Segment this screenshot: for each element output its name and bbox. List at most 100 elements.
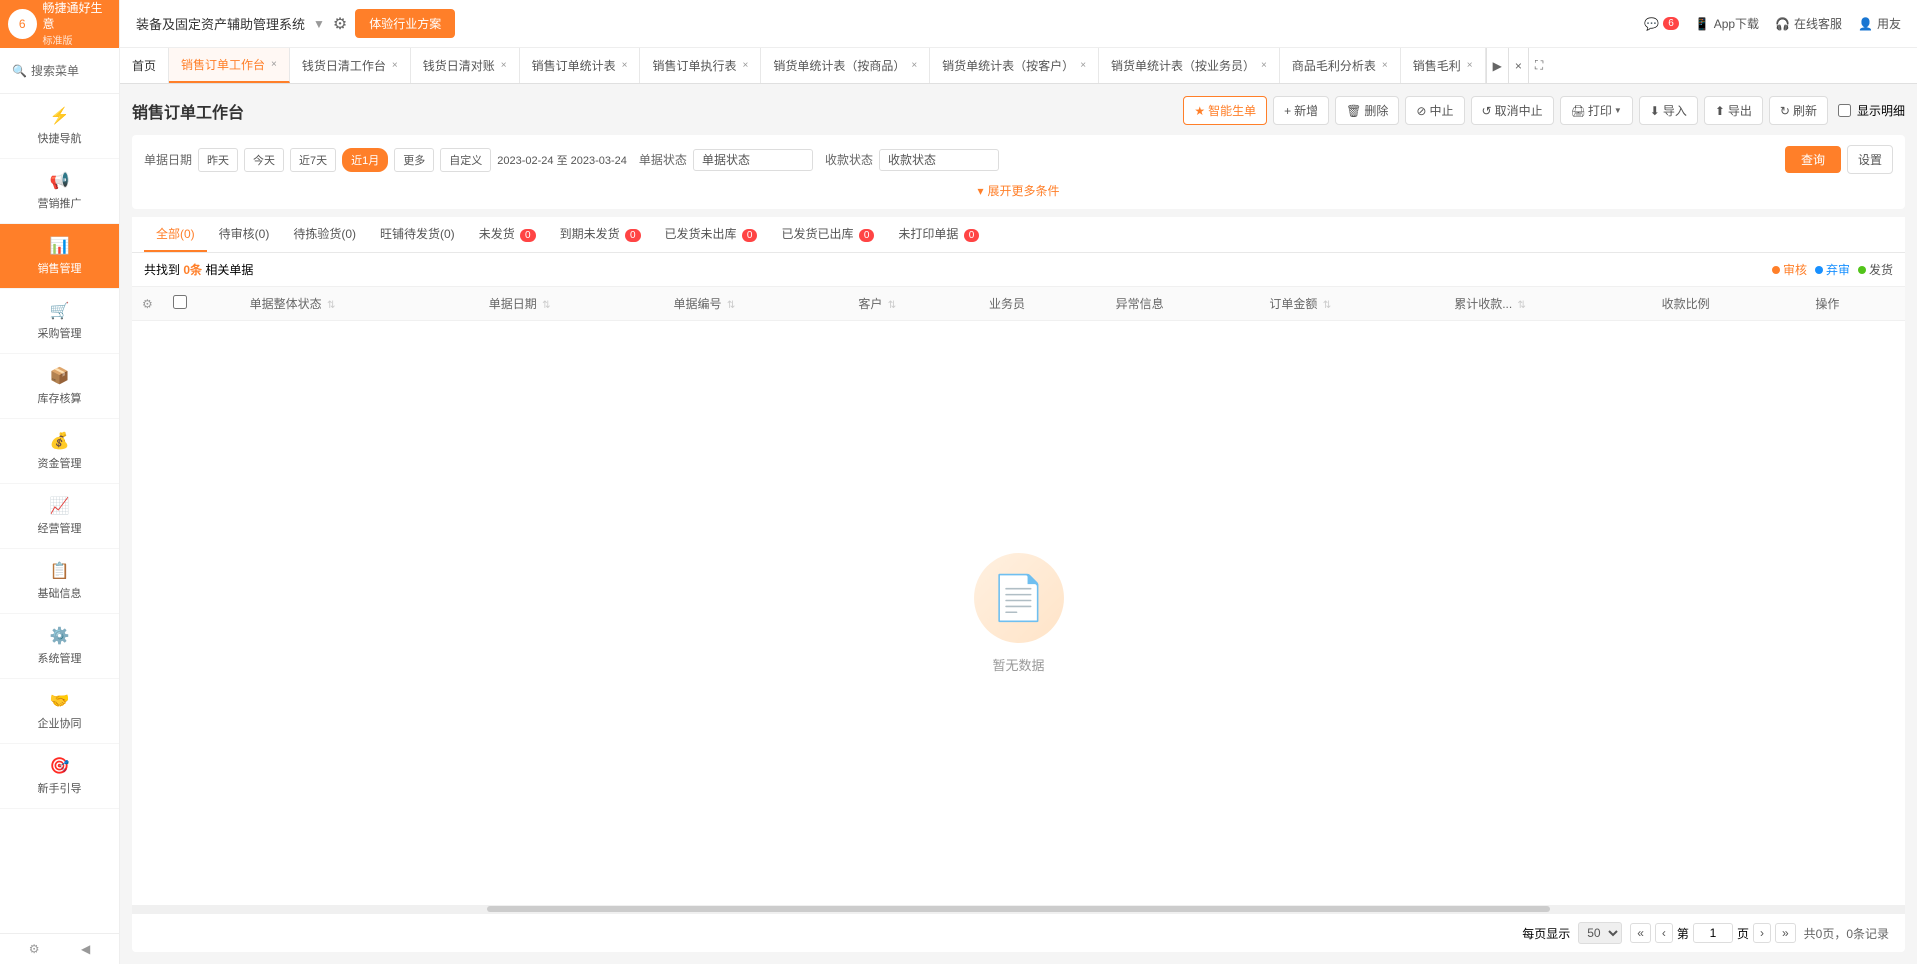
unreviewed-btn[interactable]: 弃审: [1815, 261, 1850, 278]
sub-tab-all[interactable]: 全部(0): [144, 217, 207, 252]
column-checkbox[interactable]: [163, 287, 240, 321]
import-btn[interactable]: ⬇ 导入: [1639, 96, 1698, 125]
date-today-btn[interactable]: 今天: [244, 148, 284, 172]
tab-sales-order[interactable]: 销售订单工作台 ×: [169, 48, 290, 83]
sub-tab-not-shipped[interactable]: 未发货 0: [467, 217, 548, 252]
sub-tab-pending[interactable]: 待审核(0): [207, 217, 282, 252]
sidebar-item-enterprise[interactable]: 🤝 企业协同: [0, 679, 119, 744]
date-1month-btn[interactable]: 近1月: [342, 148, 388, 172]
tab-nav-expand[interactable]: ⛶: [1528, 48, 1549, 83]
tab-margin-analysis[interactable]: 商品毛利分析表 ×: [1280, 48, 1401, 83]
sidebar-item-finance[interactable]: 💰 资金管理: [0, 419, 119, 484]
column-salesperson[interactable]: 业务员: [979, 287, 1106, 321]
topbar-settings-icon[interactable]: ⚙: [333, 14, 347, 34]
print-btn[interactable]: 🖨 打印 ▼: [1560, 96, 1633, 125]
column-status[interactable]: 单据整体状态 ⇅: [240, 287, 479, 321]
first-page-btn[interactable]: «: [1630, 923, 1651, 943]
close-icon[interactable]: ×: [911, 60, 917, 71]
per-page-select[interactable]: 50: [1578, 922, 1622, 944]
topbar-dropdown-icon[interactable]: ▼: [313, 17, 325, 31]
review-btn[interactable]: 审核: [1772, 261, 1807, 278]
sidebar-search[interactable]: 🔍 搜索菜单: [0, 48, 119, 94]
settings-icon[interactable]: ⚙: [29, 942, 40, 956]
column-collected[interactable]: 累计收款... ⇅: [1444, 287, 1651, 321]
close-icon[interactable]: ×: [1382, 60, 1388, 71]
date-7days-btn[interactable]: 近7天: [290, 148, 336, 172]
delete-btn[interactable]: 🗑 删除: [1335, 96, 1399, 125]
message-btn[interactable]: 💬 6: [1644, 17, 1679, 31]
close-icon[interactable]: ×: [392, 60, 398, 71]
query-btn[interactable]: 查询: [1785, 146, 1841, 173]
tab-nav-close[interactable]: ×: [1508, 48, 1528, 83]
tab-home[interactable]: 首页: [120, 48, 169, 83]
sidebar-item-sales[interactable]: 📊 销售管理: [0, 224, 119, 289]
search-menu-button[interactable]: 🔍 搜索菜单: [8, 58, 111, 83]
tab-sales-stat-staff[interactable]: 销货单统计表（按业务员） ×: [1099, 48, 1280, 83]
close-icon[interactable]: ×: [1080, 60, 1086, 71]
scrollbar-thumb[interactable]: [487, 906, 1551, 912]
sidebar-item-operations[interactable]: 📈 经营管理: [0, 484, 119, 549]
tab-nav-more[interactable]: ▶: [1486, 48, 1508, 83]
new-btn[interactable]: + 新增: [1273, 96, 1329, 125]
sidebar-item-guide[interactable]: 🎯 新手引导: [0, 744, 119, 809]
export-btn[interactable]: ⬆ 导出: [1704, 96, 1763, 125]
close-icon[interactable]: ×: [622, 60, 628, 71]
select-all-checkbox[interactable]: [173, 295, 187, 309]
sub-tab-shipped-not-out[interactable]: 已发货未出库 0: [653, 217, 770, 252]
user-btn[interactable]: 👤 用友: [1858, 15, 1901, 32]
sub-tab-overdue[interactable]: 到期未发货 0: [548, 217, 653, 252]
date-more-btn[interactable]: 更多: [394, 148, 434, 172]
status-select[interactable]: 单据状态: [693, 149, 813, 171]
column-exception[interactable]: 异常信息: [1106, 287, 1260, 321]
cancel-stop-btn[interactable]: ↺ 取消中止: [1471, 96, 1554, 125]
column-date[interactable]: 单据日期 ⇅: [479, 287, 664, 321]
sub-tab-not-printed[interactable]: 未打印单据 0: [886, 217, 991, 252]
collapse-icon[interactable]: ◀: [81, 942, 90, 956]
date-custom-btn[interactable]: 自定义: [440, 148, 491, 172]
close-icon[interactable]: ×: [501, 60, 507, 71]
refresh-btn[interactable]: ↻ 刷新: [1769, 96, 1828, 125]
column-gear[interactable]: ⚙: [132, 287, 163, 321]
sidebar-item-purchase[interactable]: 🛒 采购管理: [0, 289, 119, 354]
smart-create-btn[interactable]: ★ 智能生单: [1183, 96, 1267, 125]
sidebar-item-marketing[interactable]: 📢 营销推广: [0, 159, 119, 224]
date-yesterday-btn[interactable]: 昨天: [198, 148, 238, 172]
expand-filter-btn[interactable]: ▾ 展开更多条件: [977, 182, 1059, 199]
next-page-btn[interactable]: ›: [1753, 923, 1771, 943]
sidebar-item-quick[interactable]: ⚡ 快捷导航: [0, 94, 119, 159]
sidebar: 6 畅捷通好生意 标准版 🔍 搜索菜单 ⚡ 快捷导航 📢 营销推广 📊 销售管理…: [0, 0, 120, 964]
ship-action-btn[interactable]: 发货: [1858, 261, 1893, 278]
tab-sales-stat-cust[interactable]: 销货单统计表（按客户） ×: [930, 48, 1099, 83]
page-input[interactable]: [1693, 923, 1733, 943]
sub-tab-shipped-out[interactable]: 已发货已出库 0: [769, 217, 886, 252]
sub-tab-wangpu[interactable]: 旺铺待发货(0): [368, 217, 467, 252]
industry-btn[interactable]: 体验行业方案: [355, 9, 455, 38]
app-download-btn[interactable]: 📱 App下载: [1695, 15, 1759, 32]
tab-cash-daily[interactable]: 钱货日清工作台 ×: [290, 48, 411, 83]
online-service-btn[interactable]: 🎧 在线客服: [1775, 15, 1842, 32]
column-number[interactable]: 单据编号 ⇅: [664, 287, 849, 321]
column-ratio[interactable]: 收款比例: [1652, 287, 1806, 321]
sidebar-item-system[interactable]: ⚙️ 系统管理: [0, 614, 119, 679]
close-icon[interactable]: ×: [1261, 60, 1267, 71]
tab-sales-stat-prod[interactable]: 销货单统计表（按商品） ×: [761, 48, 930, 83]
show-detail-checkbox[interactable]: [1838, 104, 1851, 117]
stop-btn[interactable]: ⊘ 中止: [1405, 96, 1464, 125]
tab-sales-gross[interactable]: 销售毛利 ×: [1401, 48, 1486, 83]
column-customer[interactable]: 客户 ⇅: [848, 287, 979, 321]
sub-tab-pending-inspect[interactable]: 待拣验货(0): [281, 217, 368, 252]
sidebar-item-inventory[interactable]: 📦 库存核算: [0, 354, 119, 419]
tab-cash-reconcile[interactable]: 钱货日清对账 ×: [411, 48, 520, 83]
tab-sales-exec[interactable]: 销售订单执行表 ×: [640, 48, 761, 83]
close-icon[interactable]: ×: [742, 60, 748, 71]
close-icon[interactable]: ×: [1467, 60, 1473, 71]
sidebar-item-basic[interactable]: 📋 基础信息: [0, 549, 119, 614]
close-icon[interactable]: ×: [271, 59, 277, 70]
horizontal-scrollbar[interactable]: [132, 905, 1905, 913]
prev-page-btn[interactable]: ‹: [1655, 923, 1673, 943]
column-amount[interactable]: 订单金额 ⇅: [1259, 287, 1444, 321]
settings-btn[interactable]: 设置: [1847, 145, 1893, 174]
payment-select[interactable]: 收款状态: [879, 149, 999, 171]
last-page-btn[interactable]: »: [1775, 923, 1796, 943]
tab-sales-stat[interactable]: 销售订单统计表 ×: [520, 48, 641, 83]
